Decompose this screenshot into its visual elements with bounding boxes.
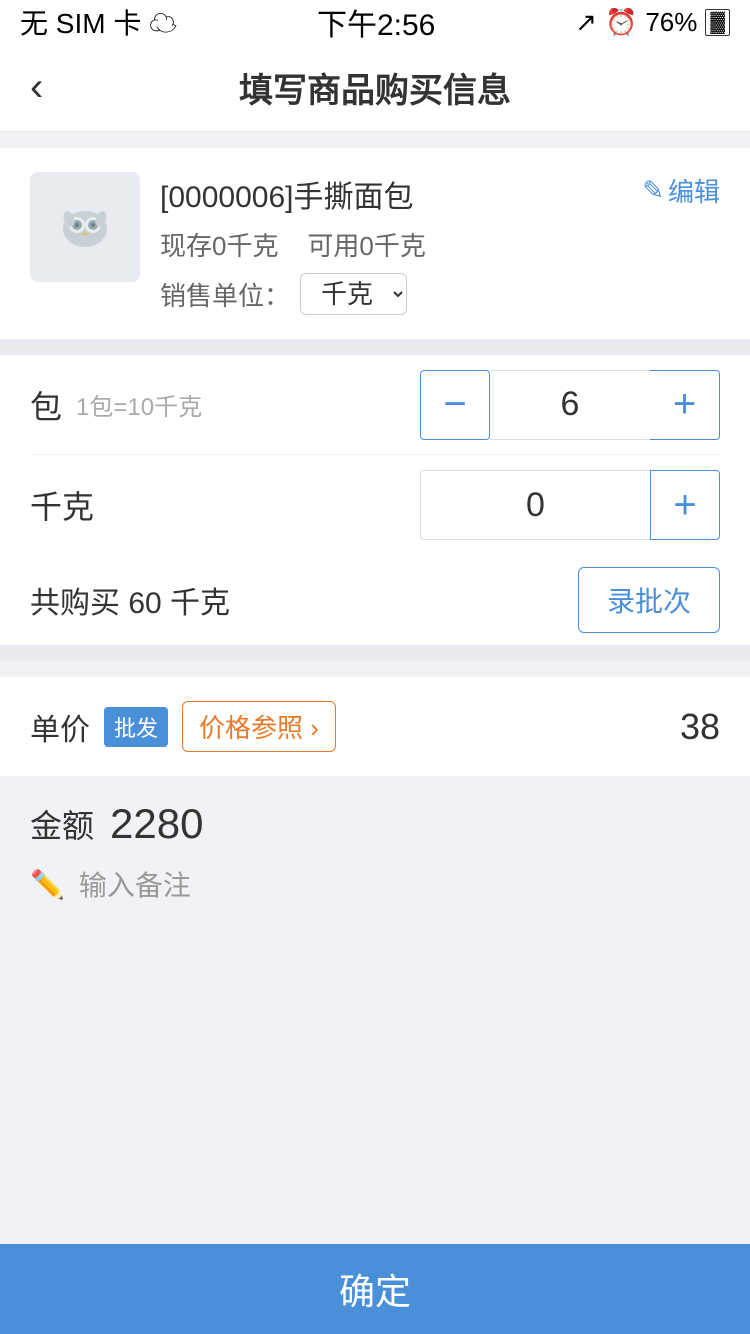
- quantity-row-bao: 包 1包=10千克 − +: [30, 355, 720, 455]
- price-ref-button[interactable]: 价格参照 ›: [182, 701, 336, 752]
- product-info: [0000006]手撕面包 ✎ 编辑 现存0千克 可用0千克 销售单位： 千克: [160, 172, 720, 315]
- qty-input-bao[interactable]: [490, 370, 650, 440]
- status-time: 下午2:56: [317, 0, 435, 44]
- page-title: 填写商品购买信息: [239, 63, 511, 112]
- section-divider-1: [0, 339, 750, 355]
- status-bar: 无 SIM 卡 ☁ 下午2:56 ↗ ⏰ 76% ▓: [0, 0, 750, 44]
- remark-icon: ✏️: [30, 868, 65, 901]
- qty-plus-button-kg[interactable]: +: [650, 470, 720, 540]
- amount-value: 2280: [110, 800, 203, 848]
- qty-minus-button-bao[interactable]: −: [420, 370, 490, 440]
- amount-section: 金额 2280 ✏️ 输入备注: [0, 776, 750, 920]
- price-section: 单价 批发 价格参照 › 38: [0, 677, 750, 776]
- qty-plus-button-bao[interactable]: +: [650, 370, 720, 440]
- price-label: 单价: [30, 705, 90, 749]
- qty-controls-bao: − +: [420, 370, 720, 440]
- remark-row[interactable]: ✏️ 输入备注: [30, 864, 720, 904]
- product-card: [0000006]手撕面包 ✎ 编辑 现存0千克 可用0千克 销售单位： 千克: [0, 148, 750, 339]
- status-right: ↗ ⏰ 76% ▓: [575, 7, 730, 38]
- price-tag: 批发: [104, 707, 168, 747]
- back-button[interactable]: ‹: [30, 65, 43, 110]
- nav-bar: ‹ 填写商品购买信息: [0, 44, 750, 132]
- amount-label: 金额: [30, 801, 94, 847]
- confirm-label: 确定: [339, 1263, 411, 1315]
- qty-label-bao: 包 1包=10千克: [30, 382, 202, 428]
- edit-button[interactable]: ✎ 编辑: [642, 172, 720, 209]
- location-icon: ↗: [575, 7, 597, 38]
- amount-row: 金额 2280: [30, 800, 720, 848]
- status-left: 无 SIM 卡 ☁: [20, 2, 177, 42]
- battery-level: 76%: [645, 7, 697, 38]
- qty-controls-kg: +: [420, 470, 720, 540]
- total-text: 共购买 60 千克: [30, 578, 230, 622]
- product-name: [0000006]手撕面包: [160, 172, 413, 216]
- confirm-button[interactable]: 确定: [0, 1244, 750, 1334]
- edit-label: 编辑: [668, 172, 720, 209]
- edit-icon: ✎: [642, 175, 664, 206]
- unit-select[interactable]: 千克: [300, 273, 407, 315]
- section-divider-2: [0, 645, 750, 661]
- sim-status: 无 SIM 卡 ☁: [20, 2, 177, 42]
- batch-button[interactable]: 录批次: [578, 567, 720, 633]
- remark-placeholder: 输入备注: [79, 864, 191, 904]
- qty-label-kg: 千克: [30, 482, 94, 528]
- alarm-icon: ⏰: [605, 7, 637, 38]
- qty-input-kg[interactable]: [420, 470, 650, 540]
- product-stock: 现存0千克 可用0千克: [160, 226, 720, 263]
- quantity-row-kg: 千克 +: [30, 455, 720, 555]
- product-thumbnail: [30, 172, 140, 282]
- battery-icon: ▓: [705, 9, 730, 36]
- product-unit: 销售单位： 千克: [160, 273, 720, 315]
- product-logo-icon: [55, 197, 115, 257]
- total-section: 共购买 60 千克 录批次: [0, 555, 750, 645]
- quantity-section: 包 1包=10千克 − + 千克 +: [0, 355, 750, 555]
- price-left: 单价 批发 价格参照 ›: [30, 701, 336, 752]
- price-value: 38: [680, 706, 720, 748]
